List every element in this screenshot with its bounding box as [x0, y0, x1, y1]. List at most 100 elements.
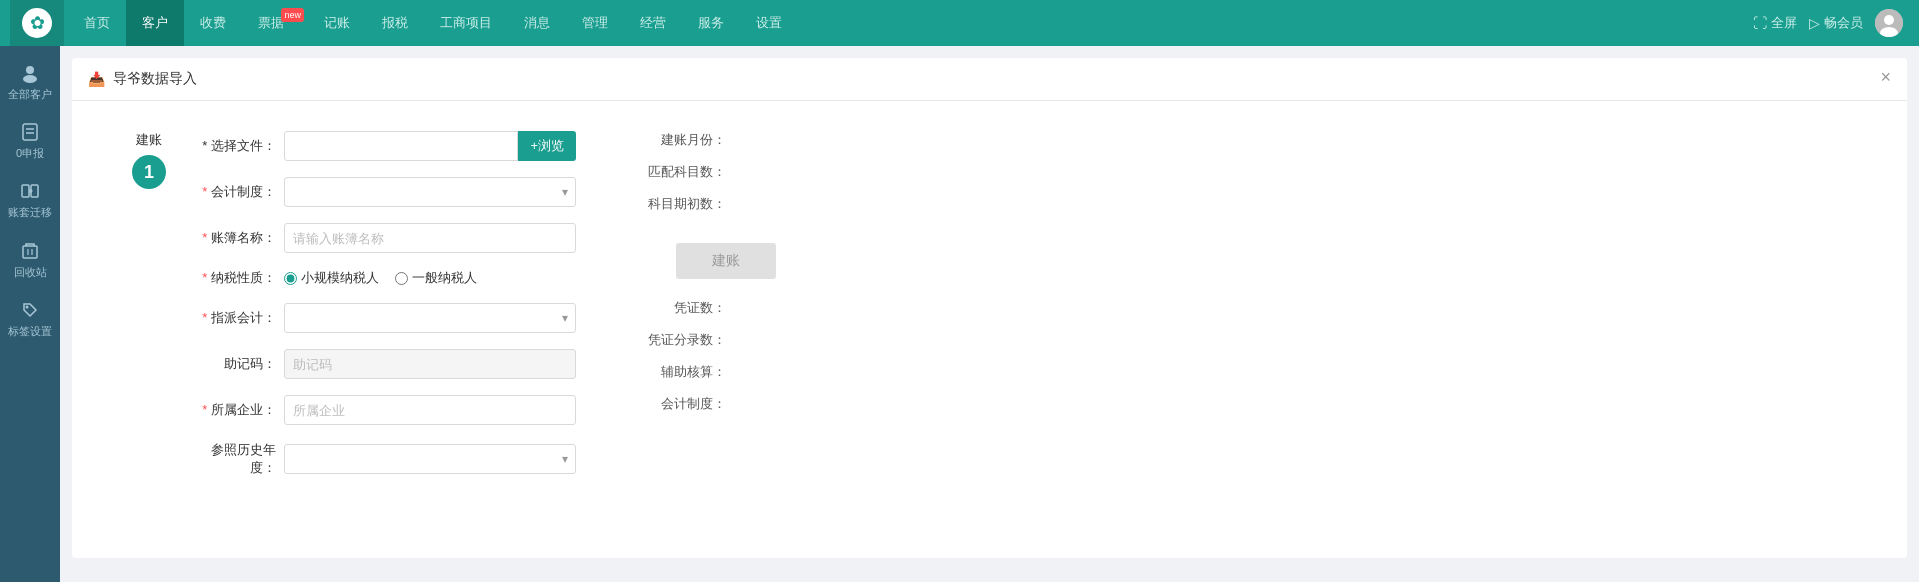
step-number: 1 — [144, 162, 154, 183]
dialog-title: 导爷数据导入 — [113, 70, 197, 88]
history-year-select[interactable] — [284, 444, 576, 474]
ledger-name-label: 账簿名称： — [196, 229, 276, 247]
svg-rect-8 — [22, 185, 29, 197]
step-area: 建账 1 — [132, 131, 166, 477]
sidebar-recycle-label: 回收站 — [14, 266, 47, 279]
dialog-body: 建账 1 * 选择文件： +浏览 — [72, 101, 1907, 507]
nav-item-client[interactable]: 客户 — [126, 0, 184, 46]
sidebar-item-zero-declare[interactable]: 0申报 — [3, 113, 57, 168]
history-year-label: 参照历史年度： — [196, 441, 276, 477]
nav-item-fee[interactable]: 收费 — [184, 0, 242, 46]
accountant-select-wrap: ▾ — [284, 303, 576, 333]
play-icon: ▷ — [1809, 15, 1820, 31]
fullscreen-icon: ⛶ — [1753, 15, 1767, 31]
logo-area[interactable]: ✿ — [10, 0, 64, 46]
nav-right: ⛶ 全屏 ▷ 畅会员 — [1753, 9, 1919, 37]
file-input[interactable] — [284, 131, 518, 161]
company-input[interactable] — [284, 395, 576, 425]
sidebar-zero-declare-label: 0申报 — [16, 147, 44, 160]
tag-settings-icon — [19, 299, 41, 321]
all-clients-icon — [19, 62, 41, 84]
voucher-count-row: 凭证数： — [636, 299, 1867, 317]
new-badge: new — [281, 8, 304, 22]
right-info-section: 建账月份： 匹配科目数： 科目期初数： — [636, 131, 1867, 213]
accounting-system-row: 会计制度： ▾ — [196, 177, 576, 207]
sidebar-item-all-clients[interactable]: 全部客户 — [3, 54, 57, 109]
svg-point-14 — [26, 305, 29, 308]
fullscreen-button[interactable]: ⛶ 全屏 — [1753, 14, 1797, 32]
accounting-system-select-wrap: ▾ — [284, 177, 576, 207]
memo-input[interactable] — [284, 349, 576, 379]
browse-button[interactable]: +浏览 — [518, 131, 576, 161]
build-month-row: 建账月份： — [636, 131, 1867, 149]
sidebar-item-tag-settings[interactable]: 标签设置 — [3, 291, 57, 346]
main-layout: 全部客户 0申报 账套迁移 回收站 标签设置 — [0, 46, 1919, 582]
build-month-label: 建账月份： — [636, 131, 726, 149]
nav-menu: 首页 客户 收费 票据 new 记账 报税 工商项目 消息 管理 经营 服务 设… — [68, 0, 798, 46]
migrate-icon — [19, 180, 41, 202]
sidebar-item-recycle[interactable]: 回收站 — [3, 232, 57, 287]
sidebar-item-migrate[interactable]: 账套迁移 — [3, 172, 57, 227]
recycle-icon — [19, 240, 41, 262]
svg-point-4 — [23, 75, 37, 83]
nav-item-service[interactable]: 服务 — [682, 0, 740, 46]
tax-type-label: 纳税性质： — [196, 269, 276, 287]
dialog-header: 📥 导爷数据导入 × — [72, 58, 1907, 101]
form-right: 建账月份： 匹配科目数： 科目期初数： 建账 — [576, 131, 1867, 477]
voucher-entries-row: 凭证分录数： — [636, 331, 1867, 349]
tax-type-row: 纳税性质： 小规模纳税人 一般纳税人 — [196, 269, 576, 287]
voucher-entries-label: 凭证分录数： — [636, 331, 726, 349]
sidebar-all-clients-label: 全部客户 — [8, 88, 52, 101]
memo-label: 助记码： — [196, 355, 276, 373]
dialog-panel: 📥 导爷数据导入 × 建账 1 * 选择文件： — [72, 58, 1907, 558]
nav-item-tax[interactable]: 报税 — [366, 0, 424, 46]
nav-item-bookkeeping[interactable]: 记账 — [308, 0, 366, 46]
svg-point-1 — [1884, 15, 1894, 25]
nav-item-home[interactable]: 首页 — [68, 0, 126, 46]
nav-item-invoice[interactable]: 票据 new — [242, 0, 308, 46]
step-circle: 1 — [132, 155, 166, 189]
tax-small-radio[interactable]: 小规模纳税人 — [284, 269, 379, 287]
nav-item-operation[interactable]: 经营 — [624, 0, 682, 46]
step-label: 建账 — [136, 131, 162, 149]
company-label: 所属企业： — [196, 401, 276, 419]
tax-radio-group: 小规模纳税人 一般纳税人 — [284, 269, 477, 287]
svg-rect-5 — [23, 124, 37, 140]
avatar[interactable] — [1875, 9, 1903, 37]
import-icon: 📥 — [88, 71, 105, 87]
nav-item-settings[interactable]: 设置 — [740, 0, 798, 46]
file-label: * 选择文件： — [196, 137, 276, 155]
sidebar: 全部客户 0申报 账套迁移 回收站 标签设置 — [0, 46, 60, 582]
avatar-icon — [1875, 9, 1903, 37]
nav-item-manage[interactable]: 管理 — [566, 0, 624, 46]
svg-point-3 — [26, 66, 34, 74]
zero-declare-icon — [19, 121, 41, 143]
member-button[interactable]: ▷ 畅会员 — [1809, 14, 1863, 32]
company-row: 所属企业： — [196, 395, 576, 425]
sidebar-tag-settings-label: 标签设置 — [8, 325, 52, 338]
voucher-count-label: 凭证数： — [636, 299, 726, 317]
tax-general-label: 一般纳税人 — [412, 269, 477, 287]
file-row: * 选择文件： +浏览 — [196, 131, 576, 161]
file-input-group: +浏览 — [284, 131, 576, 161]
match-subject-label: 匹配科目数： — [636, 163, 726, 181]
accountant-select[interactable] — [284, 303, 576, 333]
subject-initial-label: 科目期初数： — [636, 195, 726, 213]
logo-circle: ✿ — [22, 8, 52, 38]
build-button[interactable]: 建账 — [676, 243, 776, 279]
content-area: 📥 导爷数据导入 × 建账 1 * 选择文件： — [60, 46, 1919, 582]
ledger-name-input[interactable] — [284, 223, 576, 253]
sidebar-migrate-label: 账套迁移 — [8, 206, 52, 219]
close-button[interactable]: × — [1880, 68, 1891, 86]
logo-icon: ✿ — [30, 12, 45, 34]
accountant-label: 指派会计： — [196, 309, 276, 327]
ledger-name-row: 账簿名称： — [196, 223, 576, 253]
nav-item-business[interactable]: 工商项目 — [424, 0, 508, 46]
form-left: * 选择文件： +浏览 会计制度： ▾ — [196, 131, 576, 477]
tax-small-label: 小规模纳税人 — [301, 269, 379, 287]
nav-item-message[interactable]: 消息 — [508, 0, 566, 46]
auxiliary-label: 辅助核算： — [636, 363, 726, 381]
accounting-system-select[interactable] — [284, 177, 576, 207]
tax-general-radio[interactable]: 一般纳税人 — [395, 269, 477, 287]
svg-rect-11 — [23, 246, 37, 258]
